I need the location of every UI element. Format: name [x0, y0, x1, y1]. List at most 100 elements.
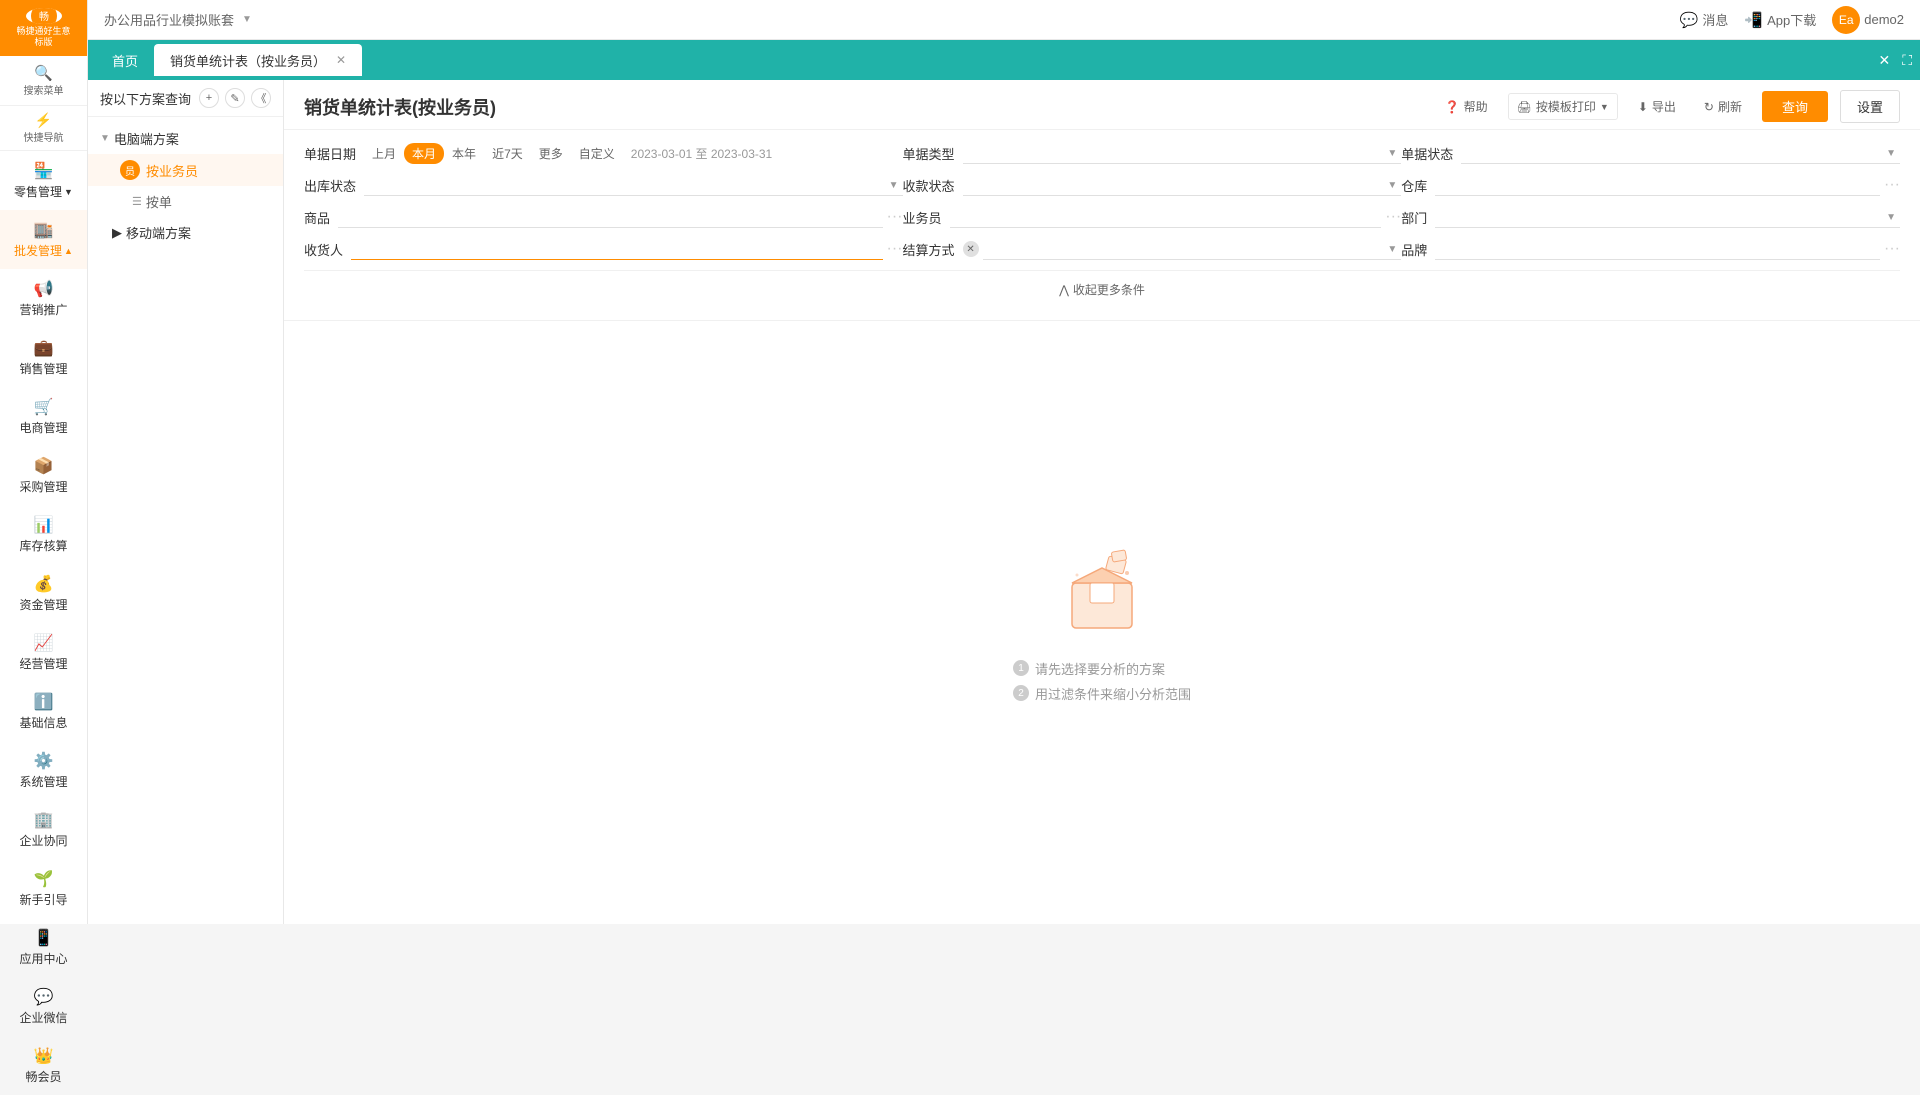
wholesale-icon: 🏬: [34, 220, 54, 240]
tab-window-maximize-icon[interactable]: ⛶: [1902, 52, 1912, 69]
tree-child-sub-by-order[interactable]: ☰ 按单: [88, 186, 283, 217]
retail-icon: 🏪: [34, 161, 54, 181]
date-opt-custom[interactable]: 自定义: [571, 143, 623, 164]
template-print-arrow: ▼: [1600, 102, 1609, 112]
goods-dots-icon[interactable]: ···: [887, 208, 903, 226]
brand-input[interactable]: [1435, 238, 1880, 260]
collapse-filter-btn[interactable]: ⋀ 收起更多条件: [1053, 275, 1151, 304]
sidebar-item-inventory[interactable]: 📊 库存核算: [0, 505, 87, 564]
tab-home[interactable]: 首页: [96, 44, 154, 76]
query-button[interactable]: 查询: [1762, 91, 1828, 122]
receipt-status-input[interactable]: [963, 174, 1402, 196]
app-download-btn[interactable]: 📲 App下载: [1744, 10, 1816, 29]
tree-arrow-icon: ▼: [100, 133, 110, 144]
goods-label: 商品: [304, 208, 330, 227]
user-avatar: Ea: [1832, 6, 1860, 34]
date-opt-thisyear[interactable]: 本年: [444, 143, 484, 164]
consignee-dots-icon[interactable]: ···: [887, 240, 903, 258]
goods-input[interactable]: [338, 206, 883, 228]
date-opt-7days[interactable]: 近7天: [484, 143, 531, 164]
apps-icon: 📱: [34, 928, 54, 948]
enterprise-icon: 🏢: [34, 810, 54, 830]
sidebar-item-ecommerce[interactable]: 🛒 电商管理: [0, 387, 87, 446]
sidebar-item-member[interactable]: 👑 畅会员: [0, 1036, 87, 1095]
refresh-btn[interactable]: ↻ 刷新: [1696, 94, 1750, 119]
sidebar-item-member-label: 畅会员: [25, 1068, 61, 1085]
filter-date: 单据日期 上月 本月 本年 近7天 更多 自定义 2023-03-01 至 20…: [304, 143, 903, 164]
collapse-filter-label: 收起更多条件: [1073, 281, 1145, 298]
date-opt-more[interactable]: 更多: [531, 143, 571, 164]
settings-button[interactable]: 设置: [1840, 90, 1900, 123]
message-btn[interactable]: 💬 消息: [1680, 10, 1729, 29]
tree-child-by-salesman-label: 按业务员: [146, 161, 198, 180]
doc-status-input[interactable]: [1461, 142, 1900, 164]
sidebar-item-enterprise[interactable]: 🏢 企业协同: [0, 800, 87, 859]
right-panel: 销货单统计表(按业务员) ❓ 帮助 🖨 按模板打印 ▼ ⬇ 导出: [284, 80, 1920, 924]
sidebar-item-purchase[interactable]: 📦 采购管理: [0, 446, 87, 505]
filter-salesman: 业务员 ···: [903, 206, 1402, 228]
date-opt-thismonth[interactable]: 本月: [404, 143, 444, 164]
out-status-input[interactable]: [364, 174, 902, 196]
sidebar-item-marketing[interactable]: 📢 营销推广: [0, 269, 87, 328]
sidebar-item-retail[interactable]: 🏪 零售管理 ▼: [0, 151, 87, 210]
tree-parent-mobile[interactable]: ▶ 移动端方案: [88, 217, 283, 248]
department-input[interactable]: [1435, 206, 1900, 228]
edit-icon: ✎: [230, 92, 239, 105]
export-label: 导出: [1652, 98, 1676, 115]
user-avatar-btn[interactable]: Ea demo2: [1832, 6, 1904, 34]
wechat-icon: 💬: [34, 987, 54, 1007]
sidebar-item-retail-label: 零售管理 ▼: [14, 183, 73, 200]
sidebar-item-system[interactable]: ⚙️ 系统管理: [0, 741, 87, 800]
tab-close-icon[interactable]: ✕: [336, 53, 346, 67]
sidebar-quick-nav[interactable]: ⚡ 快捷导航: [0, 106, 87, 151]
empty-tips: 1 请先选择要分析的方案 2 用过滤条件来缩小分析范围: [1013, 659, 1191, 703]
consignee-input[interactable]: [351, 238, 883, 260]
doc-type-label: 单据类型: [903, 144, 955, 163]
help-btn[interactable]: ❓ 帮助: [1437, 94, 1496, 119]
edit-scheme-btn[interactable]: ✎: [225, 88, 245, 108]
sidebar-item-newbie[interactable]: 🌱 新手引导: [0, 859, 87, 918]
date-filter-options: 上月 本月 本年 近7天 更多 自定义 2023-03-01 至 2023-03…: [364, 143, 772, 164]
warehouse-input[interactable]: [1435, 174, 1880, 196]
date-options-group: 上月 本月 本年 近7天 更多 自定义: [364, 143, 623, 164]
ecommerce-icon: 🛒: [34, 397, 54, 417]
salesman-label: 业务员: [903, 208, 942, 227]
sidebar-item-wechat[interactable]: 💬 企业微信: [0, 977, 87, 1036]
template-print-label: 按模板打印: [1536, 98, 1596, 115]
topbar-right: 💬 消息 📲 App下载 Ea demo2: [1680, 6, 1904, 34]
tree-parent-desktop[interactable]: ▼ 电脑端方案: [88, 123, 283, 154]
doc-type-input[interactable]: [963, 142, 1402, 164]
tip-num-2: 2: [1013, 685, 1029, 701]
date-opt-lastmonth[interactable]: 上月: [364, 143, 404, 164]
salesman-dots-icon[interactable]: ···: [1385, 208, 1401, 226]
collapse-panel-btn[interactable]: 《: [251, 88, 271, 108]
breadcrumb-dropdown-arrow[interactable]: ▼: [242, 14, 252, 25]
sidebar-search[interactable]: 🔍 搜索菜单: [0, 56, 87, 106]
sidebar-item-marketing-label: 营销推广: [19, 301, 67, 318]
salesman-input[interactable]: [950, 206, 1382, 228]
sidebar-item-sales[interactable]: 💼 销售管理: [0, 328, 87, 387]
app-download-icon: 📲: [1744, 11, 1763, 29]
sub-order-icon: ☰: [132, 195, 142, 208]
sidebar-item-apps-label: 应用中心: [19, 950, 67, 967]
warehouse-dots-icon[interactable]: ···: [1884, 176, 1900, 194]
tree-child-sub-by-order-label: 按单: [146, 192, 172, 211]
brand-dots-icon[interactable]: ···: [1884, 240, 1900, 258]
newbie-icon: 🌱: [34, 869, 54, 889]
template-print-btn[interactable]: 🖨 按模板打印 ▼: [1508, 93, 1618, 120]
sidebar-item-finance[interactable]: 💰 资金管理: [0, 564, 87, 623]
sidebar-item-apps[interactable]: 📱 应用中心: [0, 918, 87, 977]
tree-child-by-salesman[interactable]: 员 按业务员: [88, 154, 283, 186]
export-btn[interactable]: ⬇ 导出: [1630, 94, 1684, 119]
settlement-clear-btn[interactable]: ✕: [963, 241, 979, 257]
settlement-input[interactable]: [983, 238, 1402, 260]
tab-window-close-icon[interactable]: ✕: [1878, 52, 1890, 69]
sidebar-item-wechat-label: 企业微信: [19, 1009, 67, 1026]
sidebar-item-basic[interactable]: ℹ️ 基础信息: [0, 682, 87, 741]
sidebar-item-finance-label: 资金管理: [19, 596, 67, 613]
tab-sales-stat[interactable]: 销货单统计表（按业务员） ✕: [154, 44, 362, 76]
tip-text-1: 请先选择要分析的方案: [1035, 659, 1165, 678]
add-scheme-btn[interactable]: +: [199, 88, 219, 108]
sidebar-item-wholesale[interactable]: 🏬 批发管理 ▲: [0, 210, 87, 269]
sidebar-item-operation[interactable]: 📈 经营管理: [0, 623, 87, 682]
